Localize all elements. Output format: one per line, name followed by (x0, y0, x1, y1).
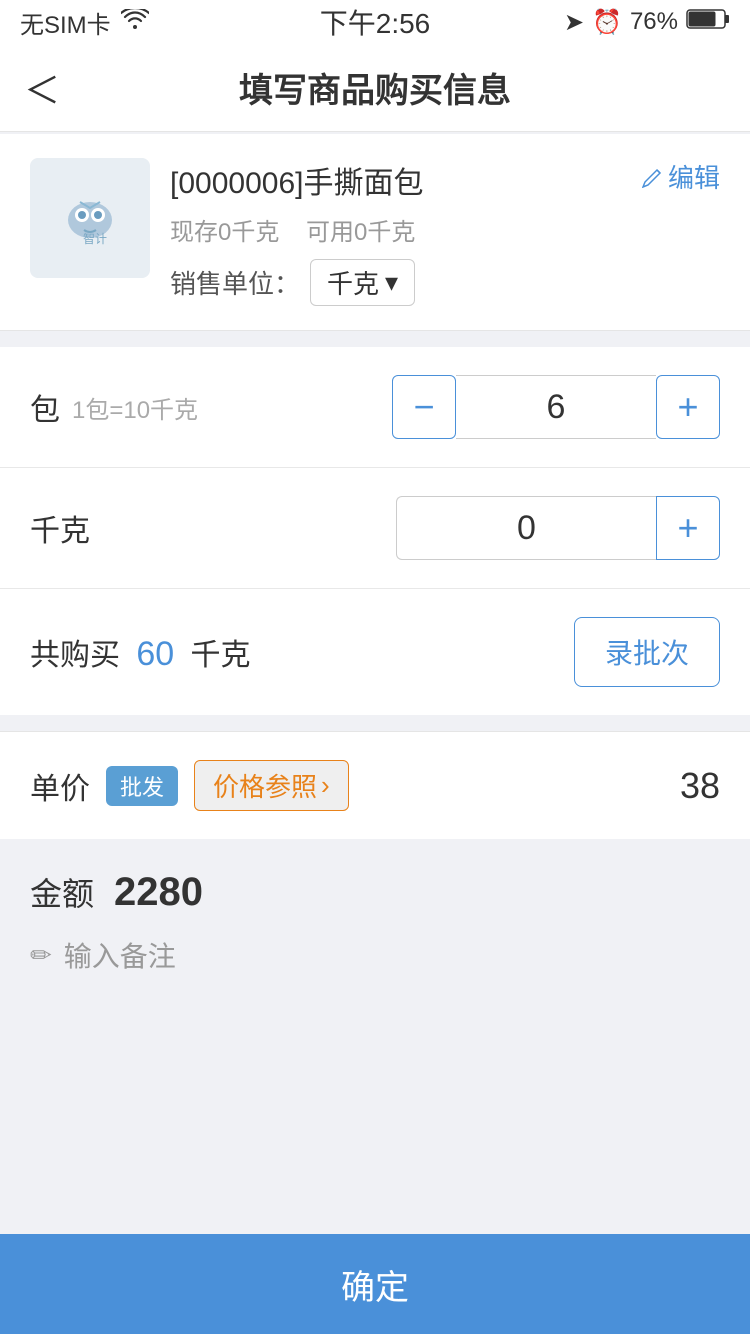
total-row: 共购买 60 千克 录批次 (0, 589, 750, 715)
status-right: ➤ ⏰ 76% (564, 8, 730, 37)
nav-bar: ＜ 填写商品购买信息 (0, 44, 750, 132)
status-left: 无SIM卡 (20, 5, 149, 40)
bag-hint: 1包=10千克 (72, 390, 198, 425)
kg-quantity-row: 千克 + (0, 468, 750, 589)
battery-label: 76% (630, 8, 678, 36)
carrier-label: 无SIM卡 (20, 5, 111, 40)
status-bar: 无SIM卡 下午2:56 ➤ ⏰ 76% (0, 0, 750, 44)
remark-row[interactable]: ✏ 输入备注 (30, 935, 720, 975)
status-time: 下午2:56 (320, 2, 431, 42)
product-info: [0000006]手撕面包 编辑 现存0千克 可用0千克 销售单位： 千克 (170, 158, 720, 306)
kg-label: 千克 (30, 506, 90, 550)
confirm-button[interactable]: 确定 (341, 1260, 409, 1309)
total-text: 共购买 60 千克 (30, 630, 251, 674)
edit-button[interactable]: 编辑 (642, 158, 720, 195)
price-section: 单价 批发 价格参照 › 38 (0, 731, 750, 839)
kg-plus-button[interactable]: + (656, 496, 720, 560)
chevron-right-icon: › (321, 770, 330, 801)
product-image: 智计 (30, 158, 150, 278)
battery-icon (686, 8, 730, 37)
bag-stepper: − + (392, 375, 720, 439)
product-card: 智计 [0000006]手撕面包 编辑 现存0千克 可用0千克 (0, 134, 750, 331)
price-label: 单价 (30, 764, 90, 808)
divider-2 (0, 715, 750, 731)
batch-button[interactable]: 录批次 (574, 617, 720, 687)
product-stock: 现存0千克 可用0千克 (170, 212, 720, 247)
svg-text:智计: 智计 (83, 231, 107, 246)
alarm-icon: ⏰ (592, 8, 622, 37)
bag-quantity-input[interactable] (456, 375, 656, 439)
input-section: 包 1包=10千克 − + 千克 + (0, 347, 750, 589)
bag-quantity-row: 包 1包=10千克 − + (0, 347, 750, 468)
nav-title: 填写商品购买信息 (239, 63, 511, 112)
price-ref-button[interactable]: 价格参照 › (194, 760, 349, 811)
price-tag: 批发 (106, 766, 178, 806)
amount-section: 金额 2280 ✏ 输入备注 (0, 839, 750, 1005)
wifi-icon (121, 8, 149, 36)
divider-1 (0, 331, 750, 347)
kg-stepper: + (396, 496, 720, 560)
product-unit-row: 销售单位： 千克 ▾ (170, 259, 720, 306)
bag-minus-button[interactable]: − (392, 375, 456, 439)
price-row: 单价 批发 价格参照 › 38 (30, 760, 720, 811)
product-name: [0000006]手撕面包 (170, 158, 423, 202)
amount-label: 金额 (30, 869, 94, 915)
bag-plus-button[interactable]: + (656, 375, 720, 439)
location-icon: ➤ (564, 8, 584, 37)
confirm-bar[interactable]: 确定 (0, 1234, 750, 1334)
pencil-icon: ✏ (30, 940, 52, 971)
amount-row: 金额 2280 (30, 869, 720, 915)
bag-label: 包 1包=10千克 (30, 385, 198, 429)
kg-quantity-input[interactable] (396, 496, 656, 560)
unit-select[interactable]: 千克 ▾ (310, 259, 415, 306)
total-amount: 60 (136, 635, 174, 673)
price-value: 38 (680, 765, 720, 807)
amount-value: 2280 (114, 870, 203, 915)
back-button[interactable]: ＜ (24, 62, 60, 114)
chevron-down-icon: ▾ (385, 267, 398, 298)
remark-placeholder: 输入备注 (64, 935, 176, 975)
